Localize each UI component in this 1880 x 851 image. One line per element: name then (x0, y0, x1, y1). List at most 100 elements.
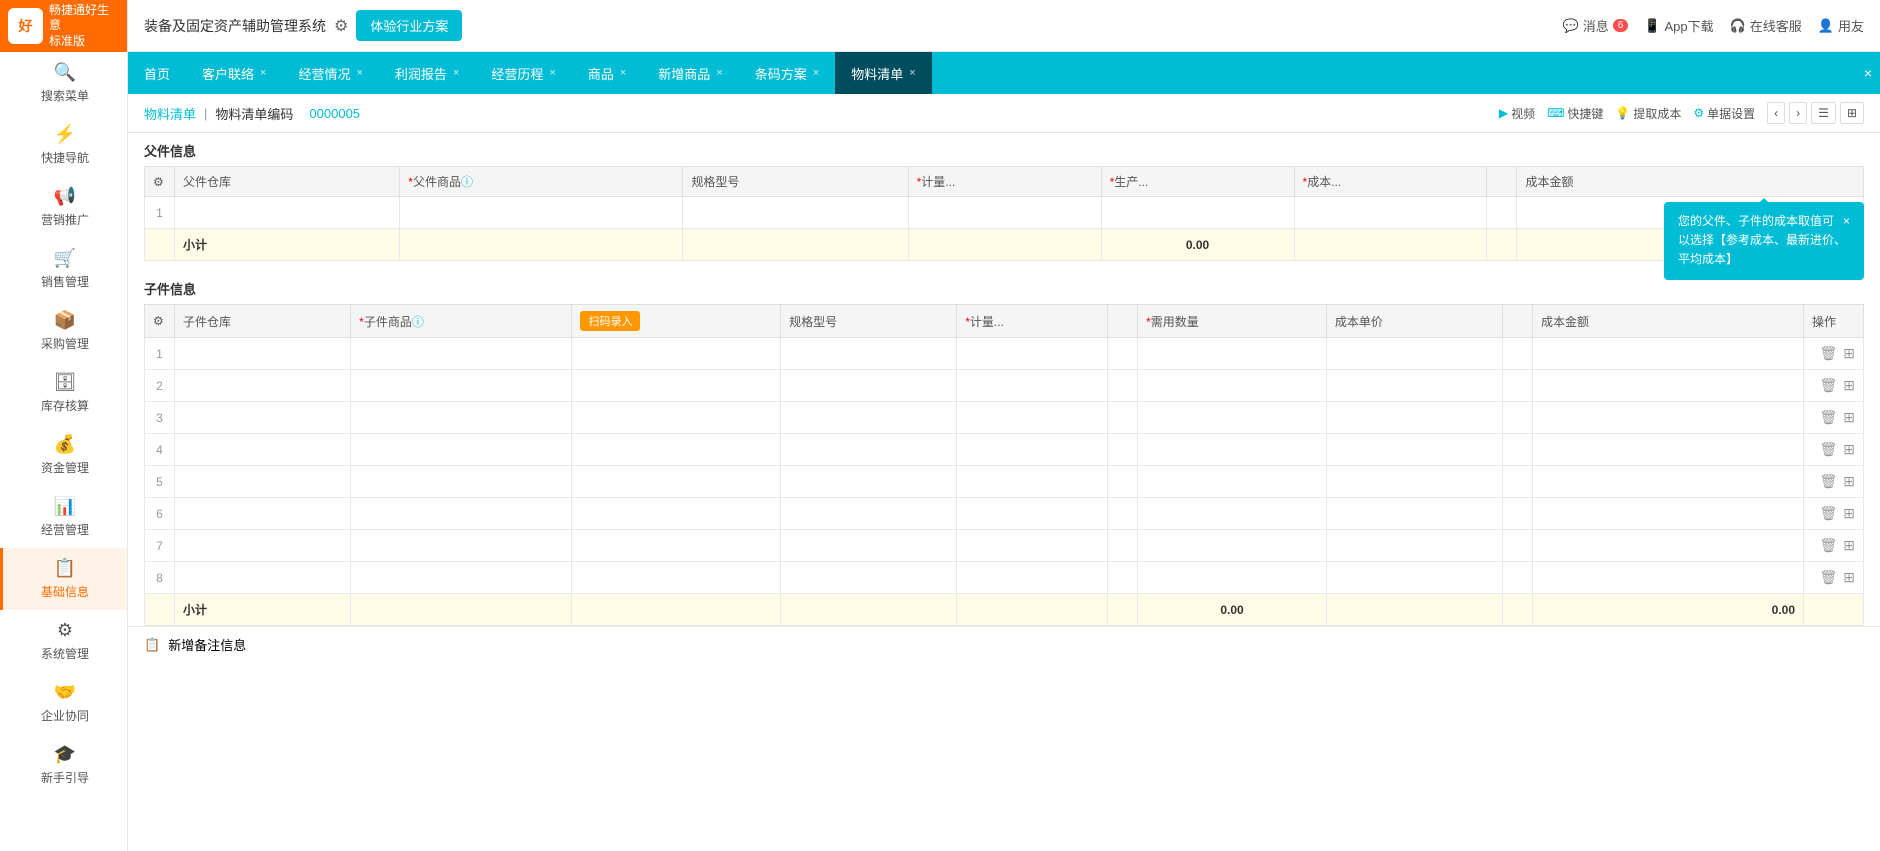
action-video[interactable]: ▶ 视频 (1499, 105, 1535, 122)
tab-customer[interactable]: 客户联络 × (186, 52, 282, 94)
video-icon: ▶ (1499, 106, 1508, 120)
delete-icon-7[interactable]: 🗑 (1819, 537, 1837, 554)
panel-list-btn[interactable]: ☰ (1811, 102, 1836, 124)
messages-action[interactable]: 💬 消息 6 (1563, 16, 1629, 35)
sidebar-item-basicinfo[interactable]: 📋 基础信息 (0, 548, 127, 610)
sidebar-item-collab[interactable]: 🤝 企业协同 (0, 672, 127, 734)
sidebar-item-quicknav[interactable]: ⚡ 快捷导航 (0, 114, 127, 176)
copy-icon-1[interactable]: ⊞ (1843, 345, 1855, 362)
sidebar-item-finance[interactable]: 💰 资金管理 (0, 424, 127, 486)
child-row-2: 2 🗑 ⊞ (145, 370, 1864, 402)
copy-icon-7[interactable]: ⊞ (1843, 537, 1855, 554)
sidebar-item-guide[interactable]: 🎓 新手引导 (0, 734, 127, 796)
tab-operations[interactable]: 经营情况 × (282, 52, 378, 94)
delete-icon-4[interactable]: 🗑 (1819, 441, 1837, 458)
action-shortcut[interactable]: ⌨ 快捷键 (1547, 105, 1603, 122)
tab-bom[interactable]: 物料清单 × (835, 52, 931, 94)
action-settings[interactable]: ⚙ 单据设置 (1693, 105, 1755, 122)
panel-prev-btn[interactable]: ‹ (1767, 102, 1785, 124)
parent-row-1-cost[interactable] (1294, 197, 1487, 229)
delete-icon-8[interactable]: 🗑 (1819, 569, 1837, 586)
child-row-2-warehouse[interactable] (175, 370, 351, 402)
app-download-action[interactable]: 📱 App下载 (1644, 16, 1713, 35)
scan-button[interactable]: 扫码录入 (580, 311, 640, 331)
nav-close-all[interactable]: × (1856, 65, 1880, 81)
copy-icon-8[interactable]: ⊞ (1843, 569, 1855, 586)
child-row-2-operations: 🗑 ⊞ (1804, 370, 1864, 402)
sales-icon: 🛒 (54, 248, 76, 269)
tab-new-goods-close[interactable]: × (716, 67, 722, 79)
child-row-1-unit[interactable] (957, 338, 1108, 370)
parent-row-1-produce[interactable] (1101, 197, 1294, 229)
sidebar-item-inventory[interactable]: 🗄 库存核算 (0, 362, 127, 424)
panel-next-btn[interactable]: › (1789, 102, 1807, 124)
copy-icon-2[interactable]: ⊞ (1843, 377, 1855, 394)
sidebar-item-search[interactable]: 🔍 搜索菜单 (0, 52, 127, 114)
parent-row-1-spec[interactable] (683, 197, 908, 229)
user-action[interactable]: 👤 用友 (1818, 16, 1864, 35)
delete-icon-1[interactable]: 🗑 (1819, 345, 1837, 362)
breadcrumb-current[interactable]: 物料清单 (144, 104, 196, 123)
child-row-2-product[interactable] (351, 370, 572, 402)
child-row-7: 7 🗑⊞ (145, 530, 1864, 562)
child-row-1-spec[interactable] (781, 338, 957, 370)
tab-goods[interactable]: 商品 × (572, 52, 642, 94)
bottom-text[interactable]: 新增备注信息 (168, 635, 246, 654)
tab-customer-close[interactable]: × (260, 67, 266, 79)
delete-icon-5[interactable]: 🗑 (1819, 473, 1837, 490)
tab-bom-close[interactable]: × (909, 67, 915, 79)
tab-history[interactable]: 经营历程 × (475, 52, 571, 94)
parent-section: 父件信息 ⚙ 父件仓库 *父件商品ⓘ 规格型号 *计量... *生产... *成… (128, 133, 1880, 261)
child-row-2-qty[interactable] (1138, 370, 1327, 402)
tab-goods-close[interactable]: × (620, 67, 626, 79)
parent-row-1-unit[interactable] (908, 197, 1101, 229)
delete-icon-3[interactable]: 🗑 (1819, 409, 1837, 426)
child-row-1-unit-cost[interactable] (1326, 338, 1502, 370)
tab-barcode[interactable]: 条码方案 × (739, 52, 835, 94)
tab-new-goods[interactable]: 新增商品 × (642, 52, 738, 94)
child-row-2-spec[interactable] (781, 370, 957, 402)
parent-col-spec: 规格型号 (683, 167, 908, 197)
tab-home[interactable]: 首页 (128, 52, 186, 94)
tab-profit-close[interactable]: × (453, 67, 459, 79)
copy-icon-5[interactable]: ⊞ (1843, 473, 1855, 490)
copy-icon-4[interactable]: ⊞ (1843, 441, 1855, 458)
copy-icon-6[interactable]: ⊞ (1843, 505, 1855, 522)
child-col-product: *子件商品ⓘ (351, 305, 572, 338)
child-row-1-qty[interactable] (1138, 338, 1327, 370)
bottom-bar: 📋 新增备注信息 (128, 626, 1880, 662)
child-row-2-num: 2 (145, 370, 175, 402)
copy-icon-3[interactable]: ⊞ (1843, 409, 1855, 426)
delete-icon-2[interactable]: 🗑 (1819, 377, 1837, 394)
breadcrumb-bar: 物料清单 | 物料清单编码 0000005 ▶ 视频 ⌨ 快捷键 💡 提取成本 … (128, 94, 1880, 133)
parent-col-cost-amount: 成本金额 (1517, 167, 1864, 197)
sidebar-item-sales[interactable]: 🛒 销售管理 (0, 238, 127, 300)
child-row-2-unit[interactable] (957, 370, 1108, 402)
tab-barcode-close[interactable]: × (813, 67, 819, 79)
online-service-action[interactable]: 🎧 在线客服 (1730, 16, 1802, 35)
tab-profit[interactable]: 利润报告 × (379, 52, 475, 94)
tab-history-close[interactable]: × (549, 67, 555, 79)
action-cost[interactable]: 💡 提取成本 (1615, 105, 1681, 122)
sidebar-item-marketing[interactable]: 📢 营销推广 (0, 176, 127, 238)
delete-icon-6[interactable]: 🗑 (1819, 505, 1837, 522)
panel-expand-btn[interactable]: ⊞ (1840, 102, 1864, 124)
sidebar-item-management[interactable]: 📊 经营管理 (0, 486, 127, 548)
child-row-1-warehouse[interactable] (175, 338, 351, 370)
sidebar-item-purchase[interactable]: 📦 采购管理 (0, 300, 127, 362)
sidebar: 好 畅捷通好生意 标准版 🔍 搜索菜单 ⚡ 快捷导航 📢 营销推广 🛒 销售管理… (0, 0, 128, 851)
user-icon: 👤 (1818, 18, 1834, 34)
child-row-2-extra2 (1503, 370, 1533, 402)
parent-col-produce: *生产... (1101, 167, 1294, 197)
child-row-2-extra (1108, 370, 1138, 402)
child-row-1-product[interactable] (351, 338, 572, 370)
tab-operations-close[interactable]: × (356, 67, 362, 79)
tooltip-close[interactable]: × (1843, 212, 1850, 231)
parent-row-1-warehouse[interactable] (175, 197, 400, 229)
child-row-2-unit-cost[interactable] (1326, 370, 1502, 402)
cost-icon: 💡 (1615, 106, 1630, 120)
sidebar-item-system[interactable]: ⚙ 系统管理 (0, 610, 127, 672)
settings-button[interactable]: ⚙ (334, 16, 348, 36)
trial-button[interactable]: 体验行业方案 (356, 10, 462, 41)
parent-row-1-product[interactable] (400, 197, 683, 229)
